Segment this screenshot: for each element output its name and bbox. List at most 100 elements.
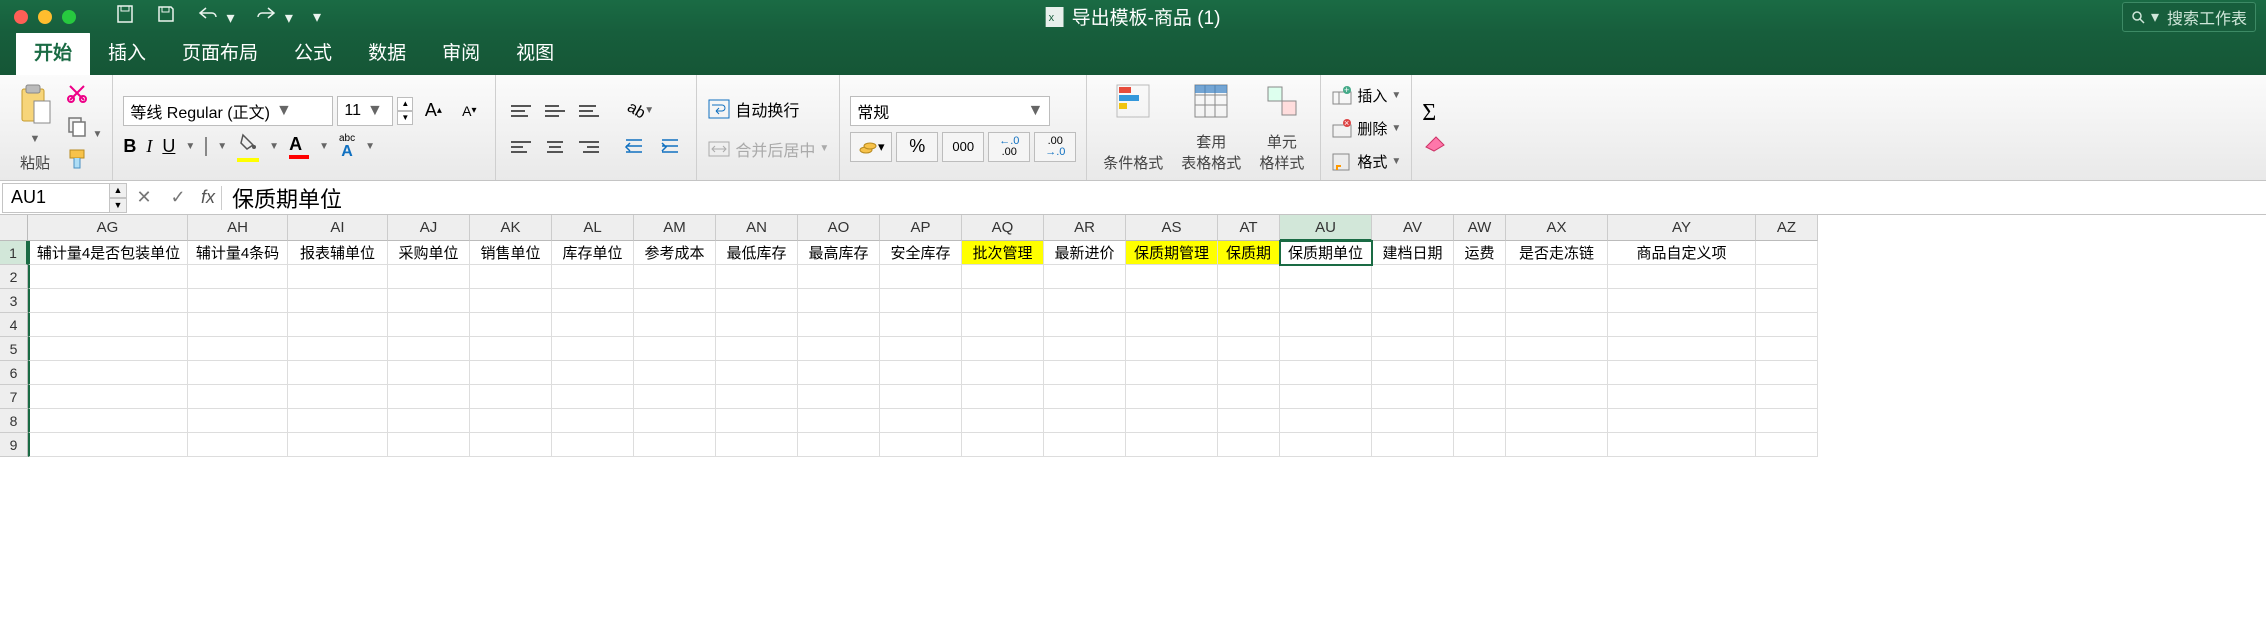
cell-AJ1[interactable]: 采购单位 — [388, 241, 470, 265]
undo-button[interactable]: ▾ — [196, 5, 234, 28]
cell-AG6[interactable] — [28, 361, 188, 385]
cell-AW1[interactable]: 运费 — [1454, 241, 1506, 265]
cell-AO5[interactable] — [798, 337, 880, 361]
column-header-AU[interactable]: AU — [1280, 215, 1372, 241]
cell-AS4[interactable] — [1126, 313, 1218, 337]
cell-AL4[interactable] — [552, 313, 634, 337]
cell-AR7[interactable] — [1044, 385, 1126, 409]
cell-AY1[interactable]: 商品自定义项 — [1608, 241, 1756, 265]
column-header-AP[interactable]: AP — [880, 215, 962, 241]
cell-AO8[interactable] — [798, 409, 880, 433]
align-top-button[interactable] — [506, 97, 536, 125]
cell-AW7[interactable] — [1454, 385, 1506, 409]
cell-AR5[interactable] — [1044, 337, 1126, 361]
cell-AG9[interactable] — [28, 433, 188, 457]
cell-AH4[interactable] — [188, 313, 288, 337]
cell-AK8[interactable] — [470, 409, 552, 433]
comma-button[interactable]: 000 — [942, 132, 984, 162]
fill-color-button[interactable] — [237, 131, 259, 162]
orientation-button[interactable]: ab▼ — [618, 96, 662, 126]
fx-label[interactable]: fx — [201, 187, 215, 208]
cell-AN2[interactable] — [716, 265, 798, 289]
cell-AV9[interactable] — [1372, 433, 1454, 457]
font-color-button[interactable]: A — [289, 134, 309, 159]
paste-button[interactable]: ▼ 粘贴 — [10, 81, 60, 175]
cell-AX6[interactable] — [1506, 361, 1608, 385]
format-painter-button[interactable] — [66, 148, 102, 175]
cell-AY9[interactable] — [1608, 433, 1756, 457]
phonetic-button[interactable]: abcA — [339, 134, 355, 160]
row-header-6[interactable]: 6 — [0, 361, 28, 385]
cell-AZ7[interactable] — [1756, 385, 1818, 409]
cell-AZ8[interactable] — [1756, 409, 1818, 433]
cell-AZ5[interactable] — [1756, 337, 1818, 361]
column-header-AQ[interactable]: AQ — [962, 215, 1044, 241]
cell-AH6[interactable] — [188, 361, 288, 385]
format-cells-button[interactable]: 格式 ▼ — [1331, 147, 1401, 176]
cell-AP2[interactable] — [880, 265, 962, 289]
cell-AX7[interactable] — [1506, 385, 1608, 409]
cell-AR8[interactable] — [1044, 409, 1126, 433]
cell-AL1[interactable]: 库存单位 — [552, 241, 634, 265]
cell-AX8[interactable] — [1506, 409, 1608, 433]
cell-AQ9[interactable] — [962, 433, 1044, 457]
column-header-AN[interactable]: AN — [716, 215, 798, 241]
cell-AL5[interactable] — [552, 337, 634, 361]
cell-AY6[interactable] — [1608, 361, 1756, 385]
cell-AN5[interactable] — [716, 337, 798, 361]
cell-AW4[interactable] — [1454, 313, 1506, 337]
cell-AU9[interactable] — [1280, 433, 1372, 457]
cell-AZ9[interactable] — [1756, 433, 1818, 457]
row-header-7[interactable]: 7 — [0, 385, 28, 409]
cell-AQ7[interactable] — [962, 385, 1044, 409]
cell-AJ3[interactable] — [388, 289, 470, 313]
close-window-button[interactable] — [14, 10, 28, 24]
ribbon-tab-4[interactable]: 数据 — [350, 30, 424, 75]
cell-AU7[interactable] — [1280, 385, 1372, 409]
cell-AM4[interactable] — [634, 313, 716, 337]
redo-button[interactable]: ▾ — [254, 5, 292, 28]
cell-AR2[interactable] — [1044, 265, 1126, 289]
cell-AK4[interactable] — [470, 313, 552, 337]
cell-styles-button[interactable]: 单元 格样式 — [1253, 81, 1310, 175]
cell-AI6[interactable] — [288, 361, 388, 385]
cell-AS1[interactable]: 保质期管理 — [1126, 241, 1218, 265]
cell-AJ8[interactable] — [388, 409, 470, 433]
border-button[interactable] — [205, 138, 207, 156]
cell-AZ2[interactable] — [1756, 265, 1818, 289]
cell-AT6[interactable] — [1218, 361, 1280, 385]
font-size-combo[interactable]: 11▼ — [337, 96, 393, 126]
cell-AN1[interactable]: 最低库存 — [716, 241, 798, 265]
cell-AL2[interactable] — [552, 265, 634, 289]
align-bottom-button[interactable] — [574, 97, 604, 125]
cell-AR4[interactable] — [1044, 313, 1126, 337]
cell-AQ8[interactable] — [962, 409, 1044, 433]
cell-AV4[interactable] — [1372, 313, 1454, 337]
cell-AZ3[interactable] — [1756, 289, 1818, 313]
delete-cells-button[interactable]: ×删除 ▼ — [1331, 114, 1401, 143]
cell-AH2[interactable] — [188, 265, 288, 289]
cell-AU6[interactable] — [1280, 361, 1372, 385]
cell-AM8[interactable] — [634, 409, 716, 433]
cell-AV1[interactable]: 建档日期 — [1372, 241, 1454, 265]
wrap-text-button[interactable]: 自动换行 — [707, 94, 829, 124]
cell-AM7[interactable] — [634, 385, 716, 409]
cell-AV2[interactable] — [1372, 265, 1454, 289]
cell-AJ5[interactable] — [388, 337, 470, 361]
column-header-AG[interactable]: AG — [28, 215, 188, 241]
align-left-button[interactable] — [506, 133, 536, 161]
row-header-5[interactable]: 5 — [0, 337, 28, 361]
cell-AJ4[interactable] — [388, 313, 470, 337]
autosum-button[interactable]: Σ — [1422, 100, 1448, 127]
cell-AS9[interactable] — [1126, 433, 1218, 457]
cell-AK1[interactable]: 销售单位 — [470, 241, 552, 265]
cell-AS8[interactable] — [1126, 409, 1218, 433]
cell-AR9[interactable] — [1044, 433, 1126, 457]
cell-AQ4[interactable] — [962, 313, 1044, 337]
cell-AJ9[interactable] — [388, 433, 470, 457]
cut-button[interactable] — [66, 82, 102, 109]
underline-button[interactable]: U — [162, 136, 175, 157]
cell-AY7[interactable] — [1608, 385, 1756, 409]
insert-cells-button[interactable]: +插入 ▼ — [1331, 81, 1401, 110]
cell-AS2[interactable] — [1126, 265, 1218, 289]
